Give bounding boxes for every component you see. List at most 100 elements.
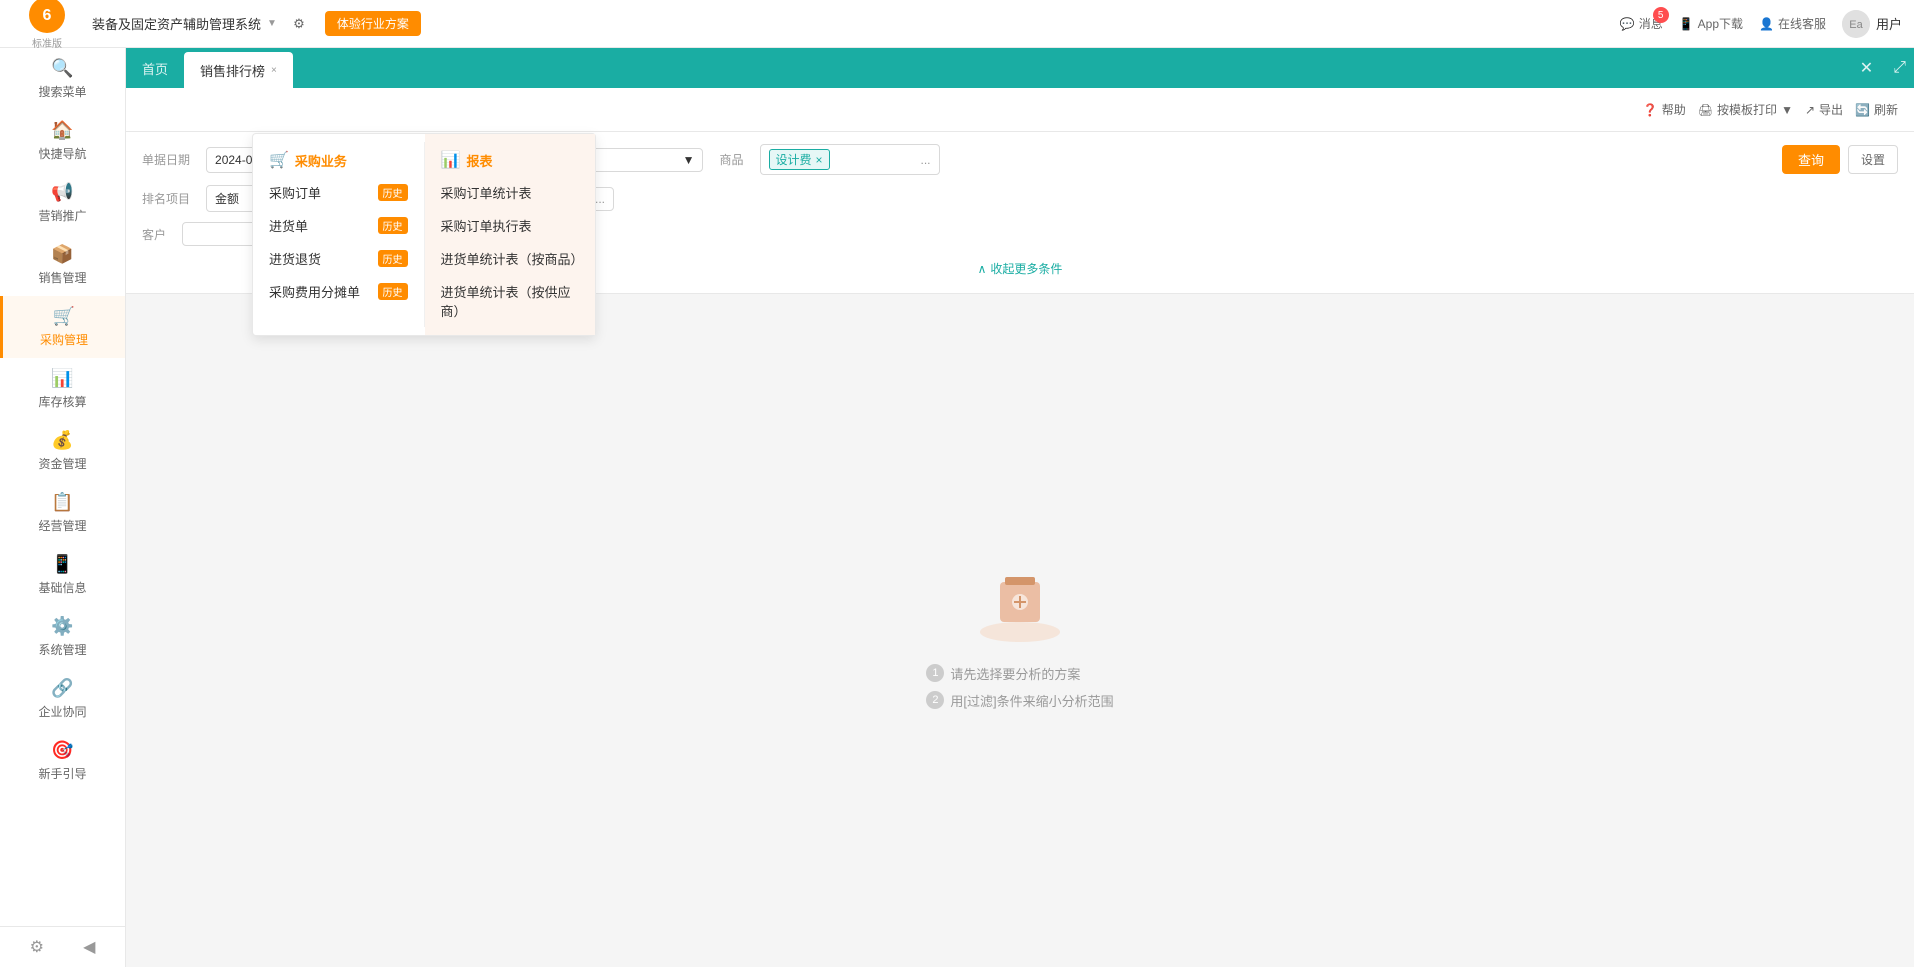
sidebar-item-inventory[interactable]: 📊 库存核算 — [0, 358, 125, 420]
sidebar-label-purchase: 采购管理 — [40, 331, 88, 348]
sidebar-label-finance: 资金管理 — [38, 455, 86, 472]
query-button[interactable]: 查询 — [1782, 145, 1840, 174]
user-area[interactable]: Ea 用户 — [1842, 10, 1902, 38]
collapse-icon: ∧ — [978, 262, 987, 276]
report-section: 📊 报表 采购订单统计表 采购订单执行表 进货单统计表（按商品） 进货单统计表（… — [425, 134, 596, 335]
empty-illustration — [970, 552, 1070, 652]
tab-home-label: 首页 — [142, 59, 168, 78]
goods-tag-remove[interactable]: × — [816, 153, 823, 167]
goods-tag[interactable]: 设计费 × — [769, 149, 830, 170]
system-icon: ⚙️ — [51, 616, 73, 637]
system-title-arrow: ▼ — [267, 18, 277, 29]
tab-close-icon[interactable]: × — [271, 65, 277, 76]
report-section-title-text: 报表 — [466, 151, 492, 170]
sidebar-item-basic-info[interactable]: 📱 基础信息 — [0, 544, 125, 606]
empty-area: 1 请先选择要分析的方案 2 用[过滤]条件来缩小分析范围 — [126, 294, 1914, 967]
message-button[interactable]: 💬 消息 5 — [1620, 15, 1663, 32]
goods-input[interactable]: 设计费 × ... — [760, 144, 940, 175]
menu-item-incoming[interactable]: 进货单 历史 — [253, 209, 424, 242]
phone-icon: 📱 — [1679, 17, 1694, 31]
export-icon: ↗ — [1805, 103, 1815, 117]
collapse-label: 收起更多条件 — [990, 260, 1062, 277]
sidebar-settings-button[interactable]: ⚙ — [30, 937, 44, 957]
sidebar-label-enterprise: 企业协同 — [38, 703, 86, 720]
menu-item-purchase-order[interactable]: 采购订单 历史 — [253, 176, 424, 209]
basic-info-icon: 📱 — [51, 554, 73, 575]
sidebar-item-guide[interactable]: 🎯 新手引导 — [0, 730, 125, 792]
sidebar-label-guide: 新手引导 — [38, 765, 86, 782]
refresh-label: 刷新 — [1874, 101, 1898, 118]
user-label: 用户 — [1876, 14, 1902, 33]
app-download-button[interactable]: 📱 App下载 — [1679, 15, 1743, 32]
logo-area[interactable]: 6 标准版 — [12, 0, 92, 50]
menu-item-return[interactable]: 进货退货 历史 — [253, 242, 424, 275]
empty-hint-2: 2 用[过滤]条件来缩小分析范围 — [926, 691, 1113, 710]
sidebar-label-search: 搜索菜单 — [38, 83, 86, 100]
customer-label: 客户 — [142, 226, 166, 243]
trial-button[interactable]: 体验行业方案 — [325, 11, 421, 36]
sidebar-item-finance[interactable]: 💰 资金管理 — [0, 420, 125, 482]
menu-item-incoming-stats-supplier[interactable]: 进货单统计表（按供应商） — [425, 275, 596, 327]
sidebar-collapse-button[interactable]: ◀ — [83, 937, 95, 957]
top-bar: 6 标准版 装备及固定资产辅助管理系统 ▼ ⚙ 体验行业方案 💬 消息 5 📱 … — [0, 0, 1914, 48]
refresh-icon: 🔄 — [1855, 103, 1870, 117]
tab-sales-ranking[interactable]: 销售排行榜 × — [184, 52, 293, 88]
sidebar-item-enterprise[interactable]: 🔗 企业协同 — [0, 668, 125, 730]
menu-item-expense[interactable]: 采购费用分摊单 历史 — [253, 275, 424, 308]
sidebar-label-quick-nav: 快捷导航 — [38, 145, 86, 162]
sidebar-label-basic-info: 基础信息 — [38, 579, 86, 596]
sidebar-item-search[interactable]: 🔍 搜索菜单 — [0, 48, 125, 110]
online-service-button[interactable]: 👤 在线客服 — [1759, 15, 1826, 32]
sidebar-item-quick-nav[interactable]: 🏠 快捷导航 — [0, 110, 125, 172]
sidebar-item-sales[interactable]: 📦 销售管理 — [0, 234, 125, 296]
hint-num-1: 1 — [926, 664, 944, 682]
sidebar-label-system: 系统管理 — [38, 641, 86, 658]
print-button[interactable]: 🖨 按模板打印 ▼ — [1698, 101, 1793, 118]
goods-dots[interactable]: ... — [920, 153, 930, 167]
sidebar-label-marketing: 营销推广 — [38, 207, 86, 224]
settings-button[interactable]: 设置 — [1848, 145, 1898, 174]
refresh-button[interactable]: 🔄 刷新 — [1855, 101, 1898, 118]
salesman-dots[interactable]: ... — [595, 192, 605, 206]
enterprise-icon: 🔗 — [51, 678, 73, 699]
sidebar-label-operations: 经营管理 — [38, 517, 86, 534]
system-title[interactable]: 装备及固定资产辅助管理系统 ▼ — [92, 14, 277, 33]
hint-text-1: 请先选择要分析的方案 — [950, 664, 1080, 683]
finance-icon: 💰 — [51, 430, 73, 451]
status-arrow: ▼ — [683, 153, 695, 167]
operations-icon: 📋 — [51, 492, 73, 513]
logo-icon: 6 — [29, 0, 65, 33]
history-badge-expense: 历史 — [378, 283, 408, 300]
incoming-label: 进货单 — [269, 216, 308, 235]
sidebar-menu: 🔍 搜索菜单 🏠 快捷导航 📢 营销推广 📦 销售管理 🛒 采购管 — [0, 48, 125, 926]
content-area: 首页 销售排行榜 × ✕ ⤢ ❓ 帮助 🖨 按模板打印 ▼ — [126, 48, 1914, 967]
settings-icon[interactable]: ⚙ — [285, 10, 313, 38]
content-header: ❓ 帮助 🖨 按模板打印 ▼ ↗ 导出 🔄 刷新 — [126, 88, 1914, 132]
sidebar-item-operations[interactable]: 📋 经营管理 — [0, 482, 125, 544]
sidebar: 🔍 搜索菜单 🏠 快捷导航 📢 营销推广 📦 销售管理 🛒 采购管 — [0, 48, 126, 967]
rank-label: 排名项目 — [142, 190, 190, 207]
print-label: 按模板打印 — [1717, 101, 1777, 118]
search-icon: 🔍 — [51, 58, 73, 79]
purchase-section-title-text: 采购业务 — [295, 151, 347, 170]
sales-icon: 📦 — [51, 244, 73, 265]
home-icon: 🏠 — [51, 120, 73, 141]
sidebar-item-purchase[interactable]: 🛒 采购管理 — [0, 296, 125, 358]
export-button[interactable]: ↗ 导出 — [1805, 101, 1843, 118]
history-badge-return: 历史 — [378, 250, 408, 267]
menu-item-order-exec[interactable]: 采购订单执行表 — [425, 209, 596, 242]
menu-item-order-stats[interactable]: 采购订单统计表 — [425, 176, 596, 209]
tab-expand-button[interactable]: ⤢ — [1885, 59, 1914, 77]
tab-home[interactable]: 首页 — [126, 48, 184, 88]
report-section-title: 📊 报表 — [425, 142, 596, 176]
empty-hint-1: 1 请先选择要分析的方案 — [926, 664, 1113, 683]
menu-item-incoming-stats-goods[interactable]: 进货单统计表（按商品） — [425, 242, 596, 275]
collapse-button[interactable]: ∧ 收起更多条件 — [978, 260, 1063, 277]
sidebar-item-system[interactable]: ⚙️ 系统管理 — [0, 606, 125, 668]
empty-hints: 1 请先选择要分析的方案 2 用[过滤]条件来缩小分析范围 — [926, 664, 1113, 710]
help-button[interactable]: ❓ 帮助 — [1643, 101, 1686, 118]
tab-close-all-button[interactable]: ✕ — [1848, 58, 1885, 78]
sidebar-item-marketing[interactable]: 📢 营销推广 — [0, 172, 125, 234]
service-icon: 👤 — [1759, 17, 1774, 31]
sidebar-bottom: ⚙ ◀ — [0, 926, 125, 967]
